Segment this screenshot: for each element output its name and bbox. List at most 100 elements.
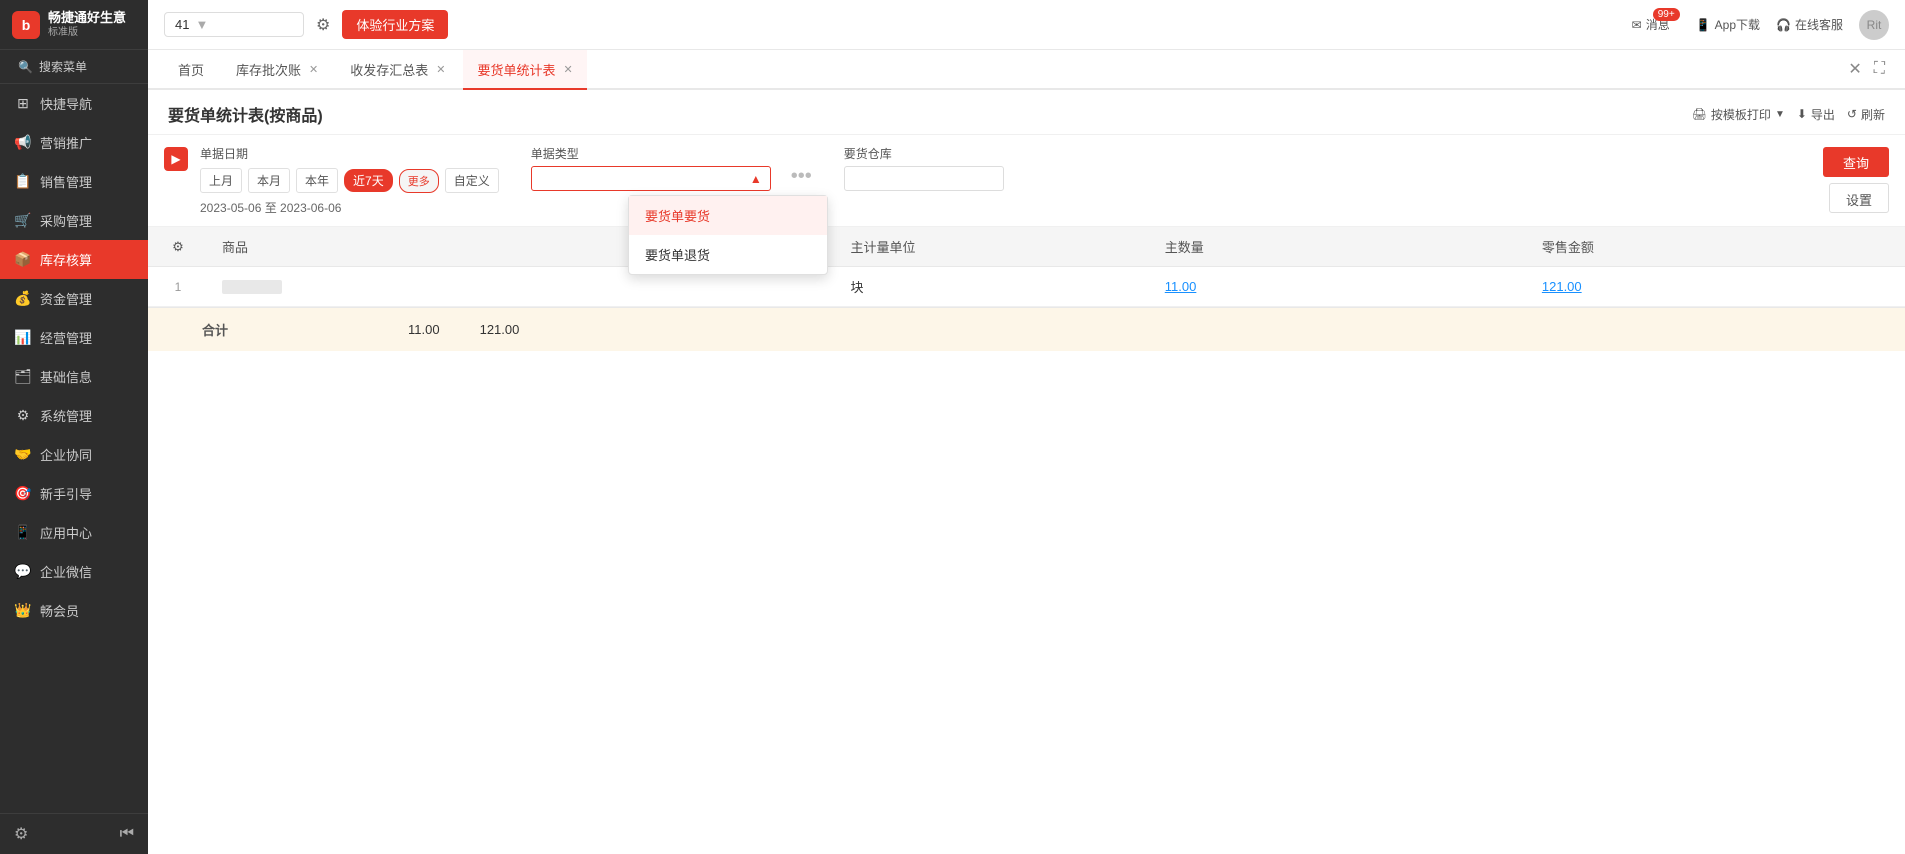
more-options-icon[interactable]: ••• (791, 165, 812, 187)
warehouse-filter-group: 要货仓库 (844, 145, 1044, 191)
cell-qty: 11.00 (1151, 267, 1528, 307)
column-settings-icon[interactable]: ⚙ (172, 239, 184, 254)
collapse-icon[interactable]: ⏮ (120, 825, 134, 843)
tab-order-stat-close[interactable]: ✕ (564, 63, 573, 76)
warehouse-filter-label: 要货仓库 (844, 145, 1044, 162)
app-download-icon: 📱 (1696, 18, 1711, 32)
print-button[interactable]: 🖨 按模板打印 ▼ (1692, 106, 1785, 123)
sidebar-item-label: 企业协同 (40, 445, 92, 464)
type-dropdown-arrow[interactable]: ▲ (750, 172, 762, 186)
sidebar-item-label: 库存核算 (40, 250, 92, 269)
sales-icon: 📋 (14, 173, 32, 191)
sidebar-item-label: 企业微信 (40, 562, 92, 581)
tab-receive-label: 收发存汇总表 (350, 60, 428, 79)
tab-close-all-icon[interactable]: ✕ (1844, 55, 1865, 83)
search-label: 搜索菜单 (39, 58, 87, 75)
sidebar-item-member[interactable]: 👑 畅会员 (0, 591, 148, 630)
product-name-cell (222, 280, 823, 294)
export-button[interactable]: ⬇ 导出 (1797, 106, 1835, 123)
topbar-settings-icon[interactable]: ⚙ (316, 15, 330, 35)
settings-filter-button[interactable]: 设置 (1829, 183, 1889, 213)
sidebar-item-sales[interactable]: 📋 销售管理 (0, 162, 148, 201)
store-chevron-icon: ▼ (195, 17, 208, 32)
dropdown-item-return[interactable]: 要货单退货 (629, 235, 827, 274)
sidebar-item-marketing[interactable]: 📢 营销推广 (0, 123, 148, 162)
page-actions: 🖨 按模板打印 ▼ ⬇ 导出 ↺ 刷新 (1692, 106, 1885, 123)
sidebar-item-finance[interactable]: 💰 资金管理 (0, 279, 148, 318)
row-number: 1 (175, 280, 182, 294)
store-selector[interactable]: 41 ▼ (164, 12, 304, 37)
page-header: 要货单统计表(按商品) 🖨 按模板打印 ▼ ⬇ 导出 ↺ 刷新 (148, 90, 1905, 135)
guide-icon: 🎯 (14, 485, 32, 503)
app-download-item[interactable]: 📱 App下载 (1696, 16, 1760, 33)
tab-receive-close[interactable]: ✕ (436, 63, 445, 76)
sidebar-item-purchase[interactable]: 🛒 采购管理 (0, 201, 148, 240)
service-icon: 🎧 (1776, 18, 1791, 32)
sidebar-item-label: 资金管理 (40, 289, 92, 308)
type-filter-select[interactable]: ▲ (531, 166, 771, 191)
date-btn-7days[interactable]: 近7天 (344, 169, 393, 192)
topbar: 41 ▼ ⚙ 体验行业方案 ✉ 消息 99+ 📱 App下载 🎧 在线客服 Ri… (148, 0, 1905, 50)
online-service-item[interactable]: 🎧 在线客服 (1776, 16, 1843, 33)
sidebar-item-guide[interactable]: 🎯 新手引导 (0, 474, 148, 513)
operations-icon: 📊 (14, 329, 32, 347)
print-label: 按模板打印 (1711, 106, 1771, 123)
sidebar-item-label: 畅会员 (40, 601, 79, 620)
type-filter-label: 单据类型 (531, 145, 771, 162)
search-icon: 🔍 (18, 60, 33, 74)
sidebar-item-label: 营销推广 (40, 133, 92, 152)
quick-nav-icon: ⊞ (14, 95, 32, 113)
type-filter-more[interactable]: ••• (791, 165, 812, 188)
sidebar-item-label: 新手引导 (40, 484, 92, 503)
data-table: ⚙ 商品 主计量单位 主数量 零售金额 1 (148, 227, 1905, 307)
query-button[interactable]: 查询 (1823, 147, 1889, 177)
tab-batch-close[interactable]: ✕ (309, 63, 318, 76)
messages-item[interactable]: ✉ 消息 99+ (1632, 16, 1670, 33)
table-body: 1 块 11.00 121.00 (148, 267, 1905, 307)
sidebar-item-quick-nav[interactable]: ⊞ 快捷导航 (0, 84, 148, 123)
refresh-label: 刷新 (1861, 106, 1885, 123)
export-label: 导出 (1811, 106, 1835, 123)
filter-expand-button[interactable]: ▶ (164, 147, 188, 171)
tab-order-stat[interactable]: 要货单统计表 ✕ (463, 50, 586, 90)
print-icon: 🖨 (1692, 107, 1707, 121)
tab-receive[interactable]: 收发存汇总表 ✕ (336, 50, 459, 90)
date-btn-more[interactable]: 更多 (399, 169, 439, 193)
date-btn-this-month[interactable]: 本月 (248, 168, 290, 193)
dropdown-item-replenish[interactable]: 要货单要货 (629, 196, 827, 235)
tab-home[interactable]: 首页 (164, 50, 218, 90)
tab-controls: ✕ ⛶ (1844, 55, 1889, 83)
sidebar-item-label: 销售管理 (40, 172, 92, 191)
sidebar-item-wechat[interactable]: 💬 企业微信 (0, 552, 148, 591)
finance-icon: 💰 (14, 290, 32, 308)
sidebar-item-appstore[interactable]: 📱 应用中心 (0, 513, 148, 552)
settings-footer-icon[interactable]: ⚙ (14, 824, 28, 844)
table-row: 1 块 11.00 121.00 (148, 267, 1905, 307)
user-avatar[interactable]: Rit (1859, 10, 1889, 40)
date-btn-this-year[interactable]: 本年 (296, 168, 338, 193)
refresh-button[interactable]: ↺ 刷新 (1847, 106, 1885, 123)
sidebar-item-label: 系统管理 (40, 406, 92, 425)
trial-button[interactable]: 体验行业方案 (342, 10, 448, 39)
sidebar-item-system[interactable]: ⚙ 系统管理 (0, 396, 148, 435)
col-header-settings[interactable]: ⚙ (148, 227, 208, 267)
warehouse-filter-input[interactable] (844, 166, 1004, 191)
type-filter-input[interactable] (540, 171, 750, 186)
col-header-amount: 零售金额 (1528, 227, 1905, 267)
sidebar-search[interactable]: 🔍 搜索菜单 (0, 50, 148, 84)
tab-batch[interactable]: 库存批次账 ✕ (222, 50, 332, 90)
sidebar: b 畅捷通好生意 标准版 🔍 搜索菜单 ⊞ 快捷导航 📢 营销推广 📋 销售管理… (0, 0, 148, 854)
system-icon: ⚙ (14, 407, 32, 425)
sidebar-item-basic[interactable]: 🗂 基础信息 (0, 357, 148, 396)
sidebar-item-operations[interactable]: 📊 经营管理 (0, 318, 148, 357)
date-btn-custom[interactable]: 自定义 (445, 168, 499, 193)
page-container: 要货单统计表(按商品) 🖨 按模板打印 ▼ ⬇ 导出 ↺ 刷新 (148, 90, 1905, 854)
basic-icon: 🗂 (14, 368, 32, 386)
sidebar-item-label: 快捷导航 (40, 94, 92, 113)
sidebar-item-enterprise[interactable]: 🤝 企业协同 (0, 435, 148, 474)
sidebar-item-inventory[interactable]: 📦 库存核算 (0, 240, 148, 279)
sidebar-footer: ⚙ ⏮ (0, 813, 148, 854)
date-btn-last-month[interactable]: 上月 (200, 168, 242, 193)
tab-maximize-icon[interactable]: ⛶ (1870, 56, 1889, 82)
filter-actions: 查询 设置 (1823, 147, 1889, 213)
